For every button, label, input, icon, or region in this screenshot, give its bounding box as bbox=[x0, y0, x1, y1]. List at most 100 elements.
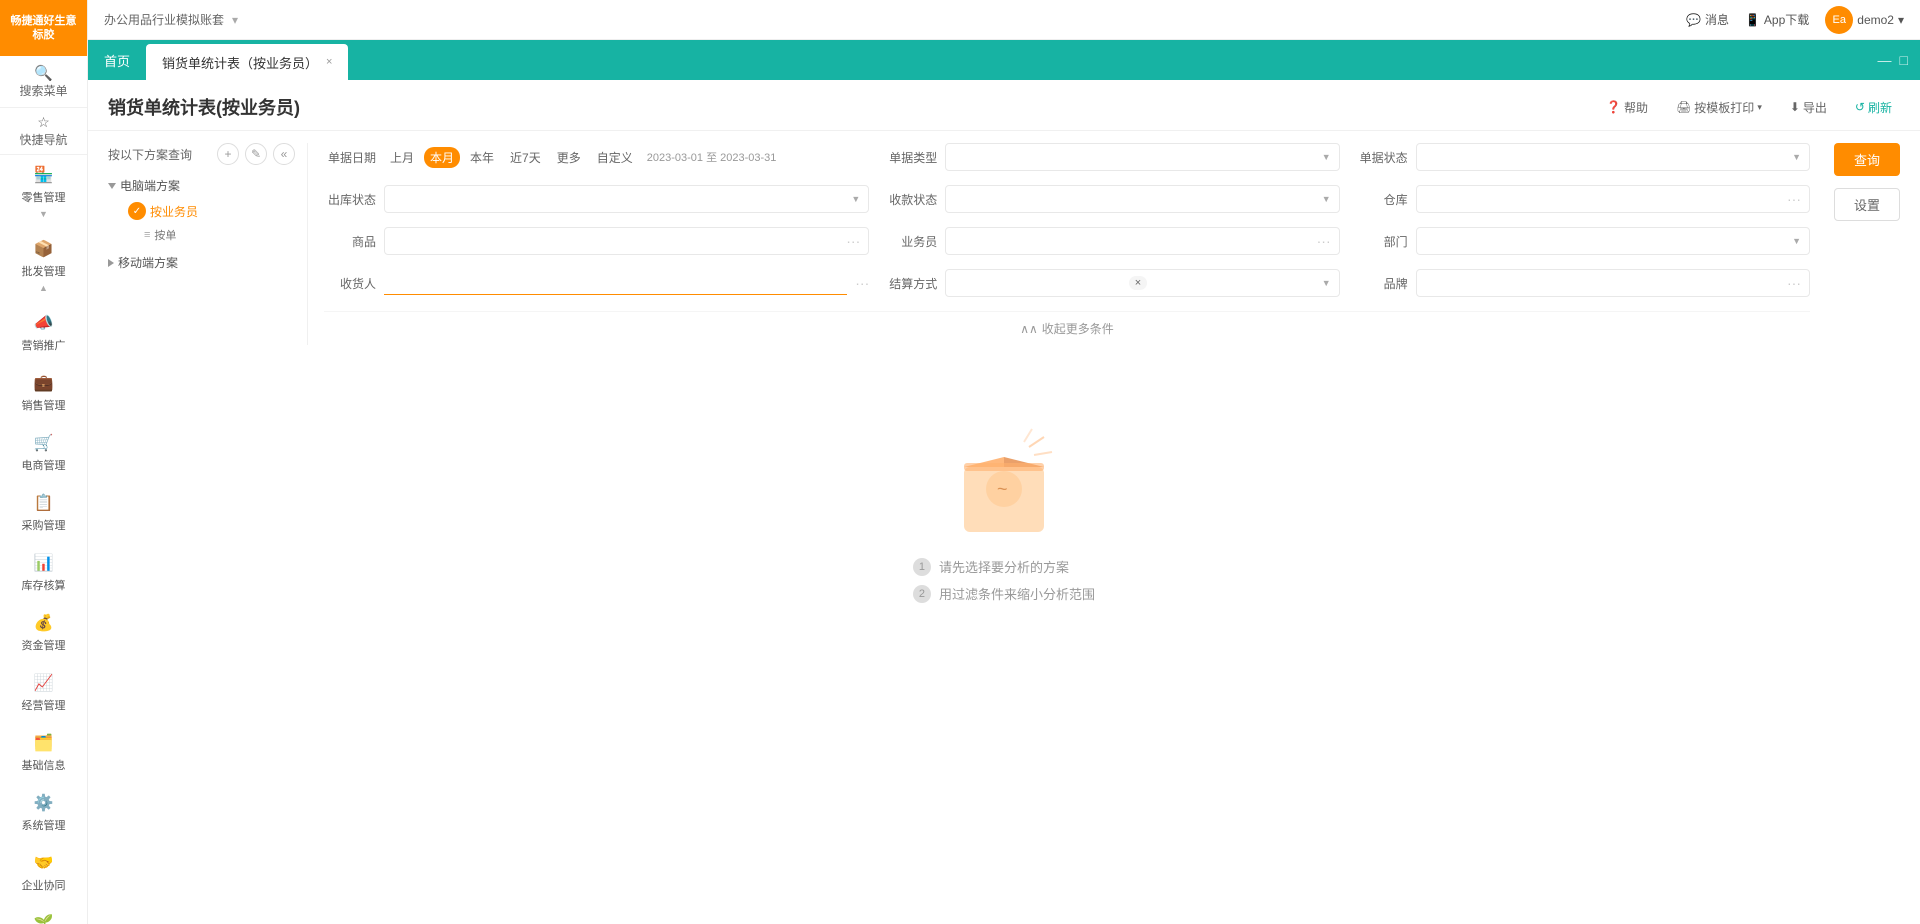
tab-maximize-btn[interactable]: □ bbox=[1900, 52, 1908, 68]
out-status-select[interactable] bbox=[384, 185, 869, 213]
salesperson-dots[interactable]: ··· bbox=[1317, 233, 1331, 249]
sidebar-item-sales[interactable]: 💼 销售管理 bbox=[0, 363, 87, 423]
department-select[interactable] bbox=[1416, 227, 1810, 255]
date-btn-custom[interactable]: 自定义 bbox=[591, 147, 639, 168]
brand-dots[interactable]: ··· bbox=[1787, 275, 1801, 291]
field-salesperson: 业务员 ··· bbox=[885, 227, 1339, 255]
help-btn[interactable]: ❓ 帮助 bbox=[1598, 95, 1656, 120]
print-btn[interactable]: 🖨 按模板打印 ▾ bbox=[1668, 95, 1770, 120]
doc-type-select[interactable] bbox=[945, 143, 1339, 171]
sidebar-item-inventory[interactable]: 📊 库存核算 bbox=[0, 543, 87, 603]
main-area: 办公用品行业模拟账套 ▾ 💬 消息 📱 App下载 Ea demo2 ▾ 首页 … bbox=[88, 0, 1920, 924]
brand-label: 品牌 bbox=[1356, 275, 1408, 292]
query-button[interactable]: 查询 bbox=[1834, 143, 1900, 176]
field-brand: 品牌 ··· bbox=[1356, 269, 1810, 297]
topbar-left: 办公用品行业模拟账套 ▾ bbox=[104, 11, 238, 28]
app-download-btn[interactable]: 📱 App下载 bbox=[1745, 11, 1809, 28]
field-doc-type: 单据类型 bbox=[885, 143, 1339, 171]
date-period: 上月 本月 本年 近7天 更多 自定义 2023-03-01 至 2023-03… bbox=[384, 147, 776, 168]
logo-subtext: 标胶 bbox=[33, 28, 55, 42]
doc-type-arrow bbox=[1322, 152, 1331, 163]
empty-hints: 1 请先选择要分析的方案 2 用过滤条件来缩小分析范围 bbox=[913, 557, 1095, 603]
edit-scheme-btn[interactable]: ✎ bbox=[245, 143, 267, 165]
tab-close-btn[interactable]: × bbox=[326, 56, 332, 68]
sidebar-item-ecommerce[interactable]: 🛒 电商管理 bbox=[0, 423, 87, 483]
scheme-group-mobile-arrow bbox=[108, 259, 114, 267]
doc-status-select[interactable] bbox=[1416, 143, 1810, 171]
export-btn[interactable]: ⬇ 导出 bbox=[1782, 95, 1835, 120]
receiver-dots[interactable]: ··· bbox=[855, 275, 869, 291]
scheme-item-salesperson[interactable]: ✓ 按业务员 bbox=[108, 198, 295, 224]
scheme-active-icon: ✓ bbox=[128, 202, 146, 220]
collapse-scheme-btn[interactable]: « bbox=[273, 143, 295, 165]
warehouse-dots[interactable]: ··· bbox=[1787, 191, 1801, 207]
field-warehouse: 仓库 ··· bbox=[1356, 185, 1810, 213]
goods-dots[interactable]: ··· bbox=[846, 233, 860, 249]
user-profile[interactable]: Ea demo2 ▾ bbox=[1825, 6, 1904, 34]
tab-home[interactable]: 首页 bbox=[88, 40, 146, 80]
sidebar-item-marketing[interactable]: 📣 营销推广 bbox=[0, 303, 87, 363]
setting-button[interactable]: 设置 bbox=[1834, 188, 1900, 221]
sidebar-quick-nav[interactable]: ☆ 快捷导航 bbox=[0, 108, 87, 155]
goods-select[interactable]: ··· bbox=[384, 227, 869, 255]
download-icon: 📱 bbox=[1745, 13, 1760, 27]
sidebar-item-finance[interactable]: 💰 资金管理 bbox=[0, 603, 87, 663]
receiver-input[interactable] bbox=[384, 272, 847, 295]
date-btn-more[interactable]: 更多 bbox=[551, 147, 587, 168]
collect-status-label: 收款状态 bbox=[885, 191, 937, 208]
field-department: 部门 bbox=[1356, 227, 1810, 255]
date-btn-lastmonth[interactable]: 上月 bbox=[384, 147, 420, 168]
scheme-subitem-order[interactable]: ≡ 按单 bbox=[108, 224, 295, 246]
goods-label: 商品 bbox=[324, 233, 376, 250]
collect-status-select[interactable] bbox=[945, 185, 1339, 213]
page-actions: ❓ 帮助 🖨 按模板打印 ▾ ⬇ 导出 ↺ 刷新 bbox=[1598, 95, 1900, 120]
purchase-icon: 📋 bbox=[34, 493, 54, 513]
tab-minimize-btn[interactable]: — bbox=[1878, 52, 1892, 68]
logo-text: 畅捷通好生意 bbox=[11, 14, 77, 28]
doc-status-label: 单据状态 bbox=[1356, 149, 1408, 166]
export-icon: ⬇ bbox=[1790, 100, 1800, 114]
basic-icon: 🗂️ bbox=[34, 733, 54, 753]
filter-form-wrapper: 单据日期 上月 本月 本年 近7天 更多 自定义 2023-03-01 至 20… bbox=[308, 143, 1900, 345]
sidebar-item-newbie[interactable]: 🌱 新手引导 bbox=[0, 903, 87, 924]
scheme-group-arrow bbox=[108, 183, 116, 189]
settlement-select[interactable]: × bbox=[945, 269, 1339, 297]
refresh-btn[interactable]: ↺ 刷新 bbox=[1847, 95, 1900, 120]
field-collect-status: 收款状态 bbox=[885, 185, 1339, 213]
sidebar-item-retail[interactable]: 🏪 零售管理 ▼ bbox=[0, 155, 87, 229]
salesperson-select[interactable]: ··· bbox=[945, 227, 1339, 255]
finance-icon: 💰 bbox=[34, 613, 54, 633]
sidebar-item-corp[interactable]: 🤝 企业协同 bbox=[0, 843, 87, 903]
sidebar-item-system[interactable]: ⚙️ 系统管理 bbox=[0, 783, 87, 843]
filter-sidebar: 按以下方案查询 + ✎ « 电脑端方案 ✓ bbox=[108, 143, 308, 345]
sidebar-actions: + ✎ « bbox=[217, 143, 295, 165]
sidebar-item-wholesale[interactable]: 📦 批发管理 ▲ bbox=[0, 229, 87, 303]
sidebar-search[interactable]: 🔍 搜索菜单 bbox=[0, 56, 87, 108]
warehouse-select[interactable]: ··· bbox=[1416, 185, 1810, 213]
settlement-clear-tag[interactable]: × bbox=[1129, 276, 1147, 290]
scheme-group-desktop: 电脑端方案 ✓ 按业务员 ≡ 按单 bbox=[108, 173, 295, 246]
department-label: 部门 bbox=[1356, 233, 1408, 250]
sidebar-item-purchase[interactable]: 📋 采购管理 bbox=[0, 483, 87, 543]
tab-sales-stats[interactable]: 销货单统计表（按业务员） × bbox=[146, 44, 348, 80]
scheme-group-mobile-label[interactable]: 移动端方案 bbox=[108, 250, 295, 275]
sidebar-item-operation[interactable]: 📈 经营管理 bbox=[0, 663, 87, 723]
message-icon: 💬 bbox=[1686, 13, 1701, 27]
filter-area: 按以下方案查询 + ✎ « 电脑端方案 ✓ bbox=[88, 131, 1920, 357]
message-btn[interactable]: 💬 消息 bbox=[1686, 11, 1729, 28]
sidebar-item-basic[interactable]: 🗂️ 基础信息 bbox=[0, 723, 87, 783]
date-btn-last7[interactable]: 近7天 bbox=[504, 147, 547, 168]
collapse-bar[interactable]: ∧∧ 收起更多条件 bbox=[324, 311, 1810, 345]
scheme-group-desktop-label[interactable]: 电脑端方案 bbox=[108, 173, 295, 198]
date-btn-thisyear[interactable]: 本年 bbox=[464, 147, 500, 168]
add-scheme-btn[interactable]: + bbox=[217, 143, 239, 165]
sales-icon: 💼 bbox=[34, 373, 54, 393]
field-out-status: 出库状态 bbox=[324, 185, 869, 213]
tabbar: 首页 销货单统计表（按业务员） × — □ bbox=[88, 40, 1920, 80]
sidebar-menu: 🏪 零售管理 ▼ 📦 批发管理 ▲ 📣 营销推广 💼 销售管理 🛒 电商管理 📋… bbox=[0, 155, 87, 924]
brand-select[interactable]: ··· bbox=[1416, 269, 1810, 297]
app-title-dropdown-icon[interactable]: ▾ bbox=[232, 13, 238, 27]
filter-row-2: 出库状态 收款状态 bbox=[324, 185, 1810, 213]
date-btn-thismonth[interactable]: 本月 bbox=[424, 147, 460, 168]
field-settlement: 结算方式 × bbox=[885, 269, 1339, 297]
